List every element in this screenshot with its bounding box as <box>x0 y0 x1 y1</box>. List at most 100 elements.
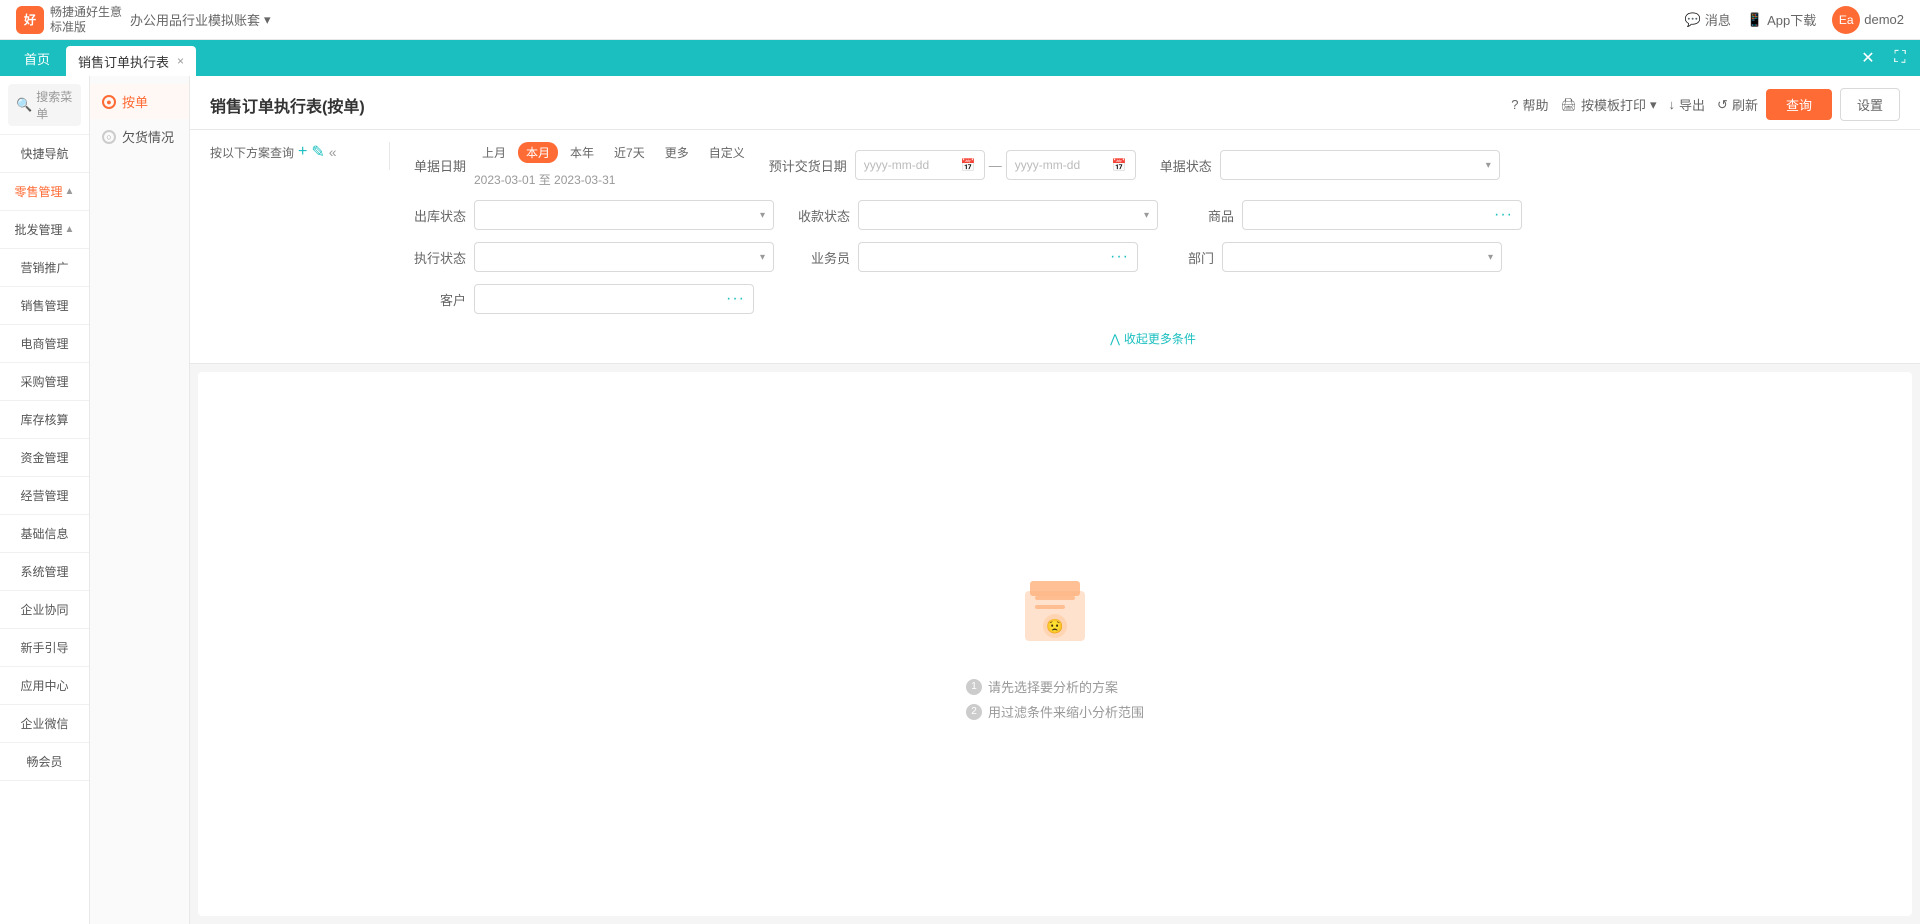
app-download-btn[interactable]: 📱 App下载 <box>1747 10 1816 29</box>
sidebar-item-sales[interactable]: 销售管理 <box>0 287 89 325</box>
filter-item-dept: 部门 ▾ <box>1154 242 1502 272</box>
salesman-dots-btn[interactable]: ··· <box>1110 248 1129 266</box>
date-tag-more[interactable]: 更多 <box>657 142 697 163</box>
date-tag-custom[interactable]: 自定义 <box>701 142 753 163</box>
filter-item-customer: 客户 ··· <box>406 284 754 314</box>
sub-circle-icon: ○ <box>102 130 116 144</box>
search-input-wrap[interactable]: 🔍 搜索菜单 <box>8 84 81 126</box>
doc-status-select[interactable]: ▾ <box>1220 150 1500 180</box>
calendar-icon-2: 📅 <box>1112 158 1127 172</box>
tab-home[interactable]: 首页 <box>8 40 66 76</box>
filter-actions-row: ⋀ 收起更多条件 <box>406 326 1900 351</box>
page-header-right: ? 帮助 🖨 按模板打印 ▾ ↓ 导出 ↺ 刷新 <box>1511 88 1900 121</box>
message-btn[interactable]: 💬 消息 <box>1685 10 1731 29</box>
tab-close-btn[interactable]: × <box>177 54 184 68</box>
status-chevron-icon: ▾ <box>1486 160 1491 171</box>
sidebar-item-retail[interactable]: 零售管理 ▲ <box>0 173 89 211</box>
sidebar-item-marketing[interactable]: 营销推广 <box>0 249 89 287</box>
tab-active[interactable]: 销售订单执行表 × <box>66 46 196 76</box>
help-btn[interactable]: ? 帮助 <box>1511 95 1548 114</box>
filter-item-outstock: 出库状态 ▾ <box>406 200 774 230</box>
sidebar-item-newbie[interactable]: 新手引导 <box>0 629 89 667</box>
sidebar-item-ecommerce[interactable]: 电商管理 <box>0 325 89 363</box>
sidebar-item-finance[interactable]: 资金管理 <box>0 439 89 477</box>
scheme-collapse-btn[interactable]: « <box>329 144 337 160</box>
filter-item-date: 单据日期 上月 本月 本年 近7天 更多 自定义 20 <box>406 142 753 188</box>
top-bar-left: 好 畅捷通好生意 标准版 办公用品行业模拟账套 ▾ <box>16 5 271 34</box>
scheme-title: 按以下方案查询 + ✎ « <box>210 142 373 162</box>
date-tag-last-month[interactable]: 上月 <box>474 142 514 163</box>
sidebar-item-basic[interactable]: 基础信息 <box>0 515 89 553</box>
quick-nav-item[interactable]: 快捷导航 <box>0 135 89 173</box>
date-tags: 上月 本月 本年 近7天 更多 自定义 <box>474 142 753 163</box>
query-button[interactable]: 查询 <box>1766 89 1832 120</box>
sub-sidebar: ● 按单 ○ 欠货情况 <box>90 76 190 924</box>
sidebar-item-operation[interactable]: 经营管理 <box>0 477 89 515</box>
sub-item-by-order[interactable]: ● 按单 <box>90 84 189 119</box>
setting-button[interactable]: 设置 <box>1840 88 1900 121</box>
wholesale-arrow: ▲ <box>65 224 75 235</box>
industry-selector[interactable]: 办公用品行业模拟账套 ▾ <box>130 10 271 29</box>
dept-select[interactable]: ▾ <box>1222 242 1502 272</box>
sidebar-search[interactable]: 🔍 搜索菜单 <box>0 76 89 135</box>
filter-section: 按以下方案查询 + ✎ « 单据日期 <box>210 142 1900 351</box>
sub-item-shortage[interactable]: ○ 欠货情况 <box>90 119 189 154</box>
dept-label: 部门 <box>1154 248 1214 267</box>
message-icon: 💬 <box>1685 12 1701 28</box>
filter-fields: 单据日期 上月 本月 本年 近7天 更多 自定义 20 <box>390 142 1900 351</box>
avatar: Ea <box>1832 6 1860 34</box>
sidebar-item-member[interactable]: 畅会员 <box>0 743 89 781</box>
customer-dots-btn[interactable]: ··· <box>726 290 745 308</box>
goods-dots-btn[interactable]: ··· <box>1494 206 1513 224</box>
collapse-btn[interactable]: ⋀ 收起更多条件 <box>1110 330 1196 347</box>
search-text: 搜索菜单 <box>36 88 73 122</box>
filter-item-salesman: 业务员 ··· <box>790 242 1138 272</box>
svg-text:😟: 😟 <box>1046 618 1063 634</box>
sidebar-item-system[interactable]: 系统管理 <box>0 553 89 591</box>
goods-input[interactable]: ··· <box>1242 200 1522 230</box>
refresh-btn[interactable]: ↺ 刷新 <box>1717 95 1758 114</box>
exec-chevron-icon: ▾ <box>760 252 765 263</box>
expected-date-end[interactable]: yyyy-mm-dd 📅 <box>1006 150 1136 180</box>
hint-num-2: 2 <box>966 704 982 720</box>
logo-area: 好 畅捷通好生意 标准版 <box>16 5 122 34</box>
date-tag-7days[interactable]: 近7天 <box>606 142 653 163</box>
sidebar-item-wechat[interactable]: 企业微信 <box>0 705 89 743</box>
chevron-down-icon: ▾ <box>264 12 271 28</box>
expected-date-start[interactable]: yyyy-mm-dd 📅 <box>855 150 985 180</box>
sidebar-item-collab[interactable]: 企业协同 <box>0 591 89 629</box>
date-sep: — <box>989 158 1002 173</box>
customer-input[interactable]: ··· <box>474 284 754 314</box>
date-tag-this-year[interactable]: 本年 <box>562 142 602 163</box>
tab-expand-btn[interactable]: ⛶ <box>1888 46 1912 70</box>
export-icon: ↓ <box>1669 97 1676 112</box>
date-range-picker: yyyy-mm-dd 📅 — yyyy-mm-dd 📅 <box>855 150 1136 180</box>
filter-row-4: 客户 ··· <box>406 284 1900 314</box>
date-tag-this-month[interactable]: 本月 <box>518 142 558 163</box>
empty-icon: 😟 <box>1005 561 1105 661</box>
scheme-edit-btn[interactable]: ✎ <box>311 142 324 162</box>
empty-hint-1: 1 请先选择要分析的方案 <box>966 677 1144 696</box>
filter-row-1: 单据日期 上月 本月 本年 近7天 更多 自定义 20 <box>406 142 1900 188</box>
date-selector-area: 上月 本月 本年 近7天 更多 自定义 2023-03-01 至 2023-03… <box>474 142 753 188</box>
print-chevron-icon: ▾ <box>1650 97 1657 113</box>
sidebar-item-appcenter[interactable]: 应用中心 <box>0 667 89 705</box>
filter-panel: 按以下方案查询 + ✎ « 单据日期 <box>190 130 1920 364</box>
tab-minimize-btn[interactable]: ✕ <box>1856 46 1880 70</box>
filter-row-3: 执行状态 ▾ 业务员 ··· <box>406 242 1900 272</box>
outstock-chevron-icon: ▾ <box>760 210 765 221</box>
sidebar-item-inventory[interactable]: 库存核算 <box>0 401 89 439</box>
outstock-select[interactable]: ▾ <box>474 200 774 230</box>
print-btn[interactable]: 🖨 按模板打印 ▾ <box>1560 95 1656 114</box>
user-area[interactable]: Ea demo2 <box>1832 6 1904 34</box>
receive-select[interactable]: ▾ <box>858 200 1158 230</box>
sidebar-item-wholesale[interactable]: 批发管理 ▲ <box>0 211 89 249</box>
receive-label: 收款状态 <box>790 206 850 225</box>
salesman-input[interactable]: ··· <box>858 242 1138 272</box>
scheme-add-btn[interactable]: + <box>298 143 307 161</box>
exec-select[interactable]: ▾ <box>474 242 774 272</box>
filter-item-goods: 商品 ··· <box>1174 200 1522 230</box>
sub-dot-icon: ● <box>102 95 116 109</box>
sidebar-item-purchase[interactable]: 采购管理 <box>0 363 89 401</box>
export-btn[interactable]: ↓ 导出 <box>1669 95 1706 114</box>
